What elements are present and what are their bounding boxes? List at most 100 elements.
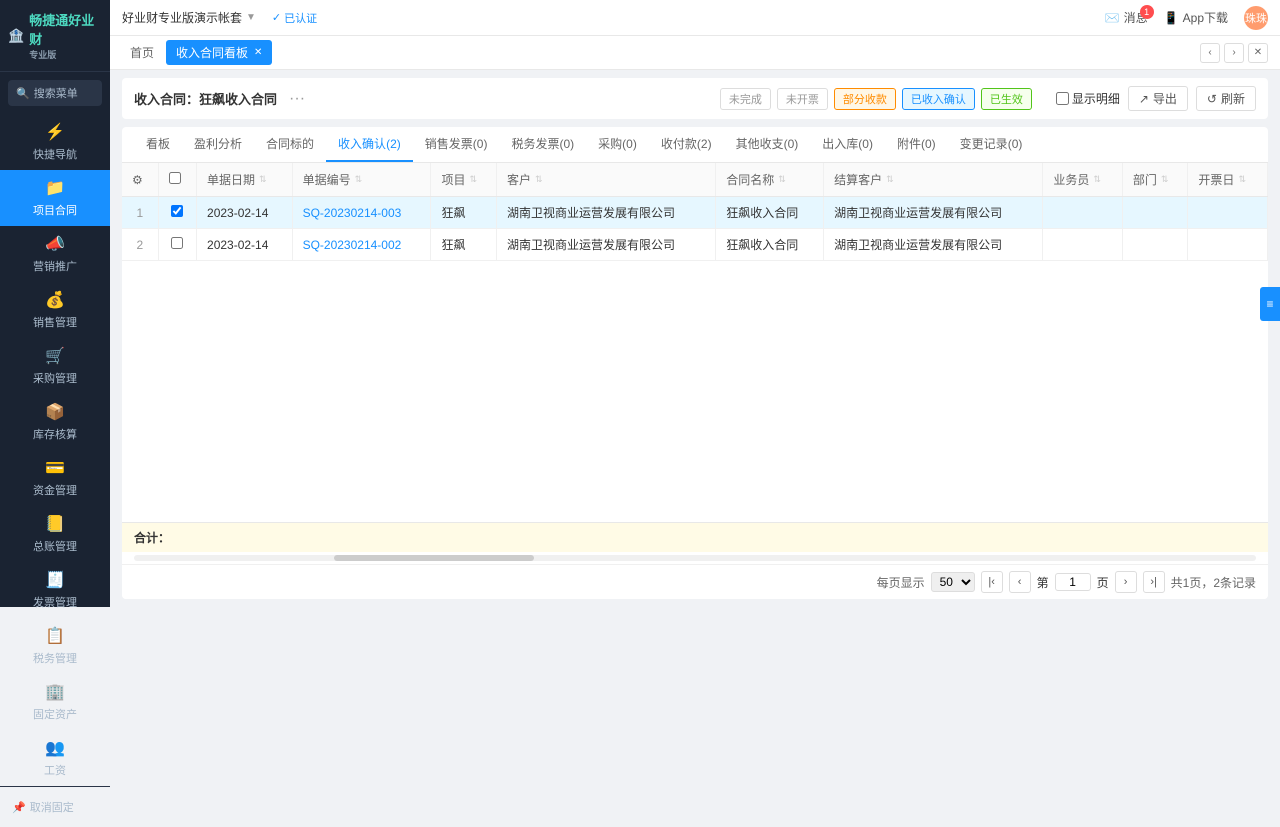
table-row[interactable]: 2 2023-02-14 SQ-20230214-002 狂飙 湖南卫视商业运营… [122, 229, 1268, 261]
sort-contract-icon[interactable]: ⇅ [778, 174, 786, 185]
total-label: 合计： [134, 529, 170, 546]
tab-prev-button[interactable]: ‹ [1200, 43, 1220, 63]
app-edition: 专业版 [29, 48, 102, 61]
row-checkbox[interactable] [158, 197, 196, 229]
show-detail-checkbox-label[interactable]: 显示明细 [1056, 86, 1120, 111]
sidebar-item-accounting[interactable]: 📒 总账管理 [0, 506, 110, 562]
sidebar: 🏦 畅捷通好业财 专业版 🔍 搜索菜单 ⚡ 快捷导航 📁 项目合同 📣 营销推广… [0, 0, 110, 607]
sidebar-search-section: 🔍 搜索菜单 [0, 72, 110, 114]
sort-date-icon[interactable]: ⇅ [259, 174, 267, 185]
company-name: 好业财专业版演示帐套 [122, 9, 242, 26]
home-tab[interactable]: 首页 [122, 40, 162, 65]
app-logo: 🏦 畅捷通好业财 专业版 [0, 0, 110, 72]
order-link[interactable]: SQ-20230214-003 [303, 206, 402, 220]
sales-icon: 💰 [45, 290, 65, 310]
per-page-label: 每页显示 [877, 574, 925, 591]
row-order-no: SQ-20230214-003 [292, 197, 431, 229]
verified-badge: ✓ 已认证 [272, 10, 317, 26]
tab-next-button[interactable]: › [1224, 43, 1244, 63]
table-row[interactable]: 1 2023-02-14 SQ-20230214-003 狂飙 湖南卫视商业运营… [122, 197, 1268, 229]
status-tags: 未完成 未开票 部分收款 已收入确认 已生效 [720, 88, 1032, 110]
marketing-icon: 📣 [45, 234, 65, 254]
sidebar-item-invoice[interactable]: 🧾 发票管理 [0, 562, 110, 618]
col-checkbox-all[interactable] [158, 163, 196, 197]
sort-orderno-icon[interactable]: ⇅ [355, 174, 363, 185]
sidebar-item-project[interactable]: 📁 项目合同 [0, 170, 110, 226]
page-size-select[interactable]: 50 [931, 572, 975, 592]
right-panel-button[interactable]: ≡ [1260, 287, 1280, 321]
more-options-button[interactable]: ··· [289, 90, 305, 108]
subtab-other[interactable]: 其他收支(0) [724, 127, 811, 162]
scroll-track [134, 555, 1256, 561]
col-settings[interactable]: ⚙ [122, 163, 158, 197]
col-contract: 合同名称 ⇅ [716, 163, 824, 197]
tabbar-navigation: ‹ › ✕ [1200, 43, 1268, 63]
select-all-checkbox[interactable] [169, 172, 181, 184]
refresh-button[interactable]: ↺ 刷新 [1196, 86, 1256, 111]
row-order-no: SQ-20230214-002 [292, 229, 431, 261]
sort-customer-icon[interactable]: ⇅ [535, 174, 543, 185]
pagination: 每页显示 50 |‹ ‹ 第 页 › ›| 共1页，2条记录 [122, 564, 1268, 599]
sidebar-item-sales[interactable]: 💰 销售管理 [0, 282, 110, 338]
row-project: 狂飙 [431, 229, 497, 261]
sidebar-item-tax[interactable]: 📋 税务管理 [0, 618, 110, 674]
dropdown-icon: ▼ [246, 12, 256, 23]
subtab-payment[interactable]: 收付款(2) [649, 127, 724, 162]
sort-project-icon[interactable]: ⇅ [469, 174, 477, 185]
row-project: 狂飙 [431, 197, 497, 229]
pin-toggle-button[interactable]: 📌 取消固定 [8, 795, 102, 819]
scroll-thumb[interactable] [334, 555, 534, 561]
subtab-change-log[interactable]: 变更记录(0) [948, 127, 1035, 162]
sort-salesman-icon[interactable]: ⇅ [1093, 174, 1101, 185]
status-incomplete[interactable]: 未完成 [720, 88, 771, 110]
tab-close-all-button[interactable]: ✕ [1248, 43, 1268, 63]
sort-dept-icon[interactable]: ⇅ [1161, 174, 1169, 185]
page-prev-button[interactable]: ‹ [1009, 571, 1031, 593]
check-icon: ✓ [272, 11, 281, 24]
tab-close-button[interactable]: ✕ [254, 47, 262, 58]
row-customer: 湖南卫视商业运营发展有限公司 [497, 229, 716, 261]
order-link[interactable]: SQ-20230214-002 [303, 238, 402, 252]
active-tab[interactable]: 收入合同看板 ✕ [166, 40, 272, 65]
subtab-tax-invoice[interactable]: 税务发票(0) [499, 127, 586, 162]
status-uninvoiced[interactable]: 未开票 [777, 88, 828, 110]
sidebar-item-purchase[interactable]: 🛒 采购管理 [0, 338, 110, 394]
subtab-kanban[interactable]: 看板 [134, 127, 182, 162]
tax-icon: 📋 [45, 626, 65, 646]
sidebar-item-quick-nav[interactable]: ⚡ 快捷导航 [0, 114, 110, 170]
sort-settlement-icon[interactable]: ⇅ [886, 174, 894, 185]
row-checkbox[interactable] [158, 229, 196, 261]
status-active[interactable]: 已生效 [981, 88, 1032, 110]
sidebar-item-marketing[interactable]: 📣 营销推广 [0, 226, 110, 282]
subtab-subject[interactable]: 合同标的 [254, 127, 326, 162]
page-last-button[interactable]: ›| [1143, 571, 1165, 593]
show-detail-checkbox[interactable] [1056, 92, 1069, 105]
status-partial[interactable]: 部分收款 [834, 88, 896, 110]
sidebar-item-hr[interactable]: 👥 工资 [0, 730, 110, 786]
row-date: 2023-02-14 [197, 229, 293, 261]
data-table: ⚙ 单据日期 ⇅ 单据编号 ⇅ [122, 163, 1268, 261]
scroll-bar-area [122, 552, 1268, 564]
subtab-attachment[interactable]: 附件(0) [885, 127, 948, 162]
row-settlement: 湖南卫视商业运营发展有限公司 [824, 197, 1043, 229]
subtab-warehouse[interactable]: 出入库(0) [810, 127, 885, 162]
user-profile-button[interactable]: 珠珠 [1244, 6, 1268, 30]
page-input[interactable] [1055, 573, 1091, 591]
page-first-button[interactable]: |‹ [981, 571, 1003, 593]
subtab-revenue[interactable]: 收入确认(2) [326, 127, 413, 162]
sidebar-item-capital[interactable]: 💳 资金管理 [0, 450, 110, 506]
export-button[interactable]: ↗ 导出 [1128, 86, 1188, 111]
page-next-button[interactable]: › [1115, 571, 1137, 593]
sort-invoicedate-icon[interactable]: ⇅ [1238, 174, 1246, 185]
message-button[interactable]: ✉️ 1 消息 [1105, 9, 1148, 26]
search-menu-button[interactable]: 🔍 搜索菜单 [8, 80, 102, 106]
sidebar-item-inventory[interactable]: 📦 库存核算 [0, 394, 110, 450]
subtab-profit[interactable]: 盈利分析 [182, 127, 254, 162]
sidebar-item-fixed-assets[interactable]: 🏢 固定资产 [0, 674, 110, 730]
subtab-sales-invoice[interactable]: 销售发票(0) [413, 127, 500, 162]
subtab-purchase[interactable]: 采购(0) [586, 127, 649, 162]
app-download-button[interactable]: 📱 App下载 [1164, 9, 1228, 26]
search-icon: 🔍 [16, 87, 30, 100]
company-selector[interactable]: 好业财专业版演示帐套 ▼ [122, 9, 256, 26]
status-confirmed[interactable]: 已收入确认 [902, 88, 975, 110]
